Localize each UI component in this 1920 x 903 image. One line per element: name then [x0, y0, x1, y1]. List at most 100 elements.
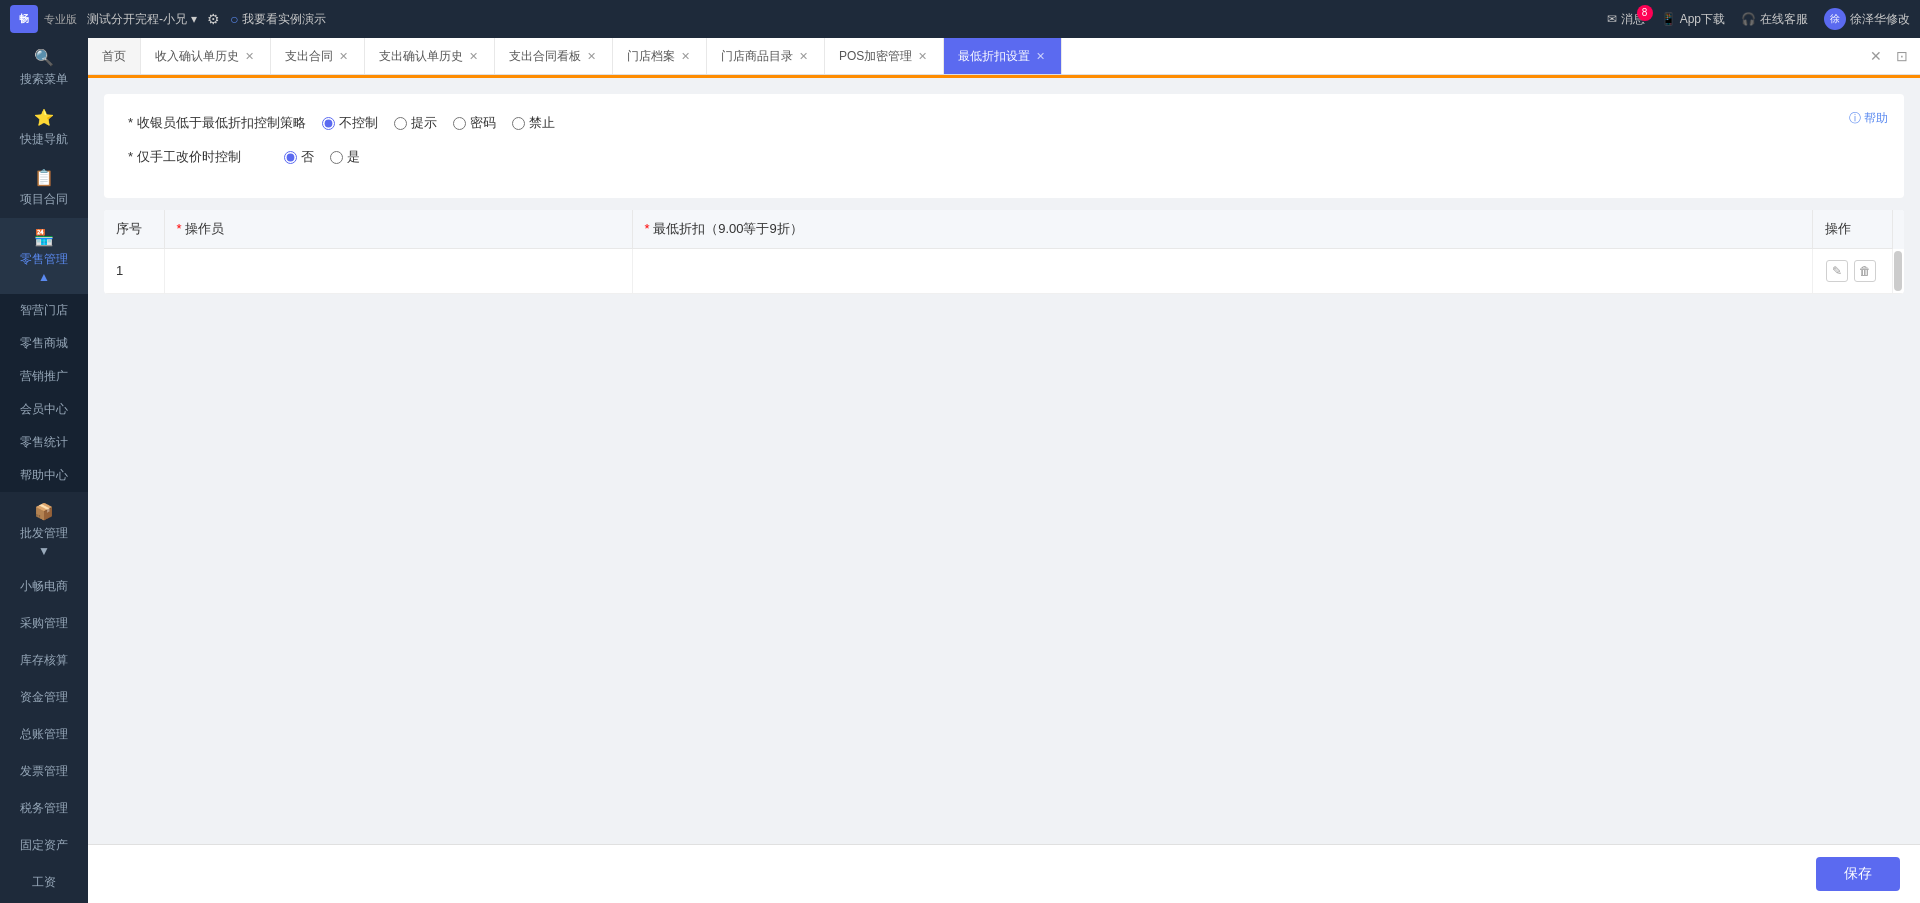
top-bar-right: ✉ 消息 8 📱 App下载 🎧 在线客服 徐 徐泽华修改 — [1607, 8, 1910, 30]
tab-store-archive[interactable]: 门店档案 ✕ — [613, 38, 707, 74]
discount-table: 序号 操作员 最低折扣（9.00等于9折） 操作 — [104, 210, 1904, 294]
td-action: ✎ 🗑 — [1812, 249, 1892, 294]
sidebar-item-ledger[interactable]: 总账管理 — [0, 716, 88, 753]
delete-row-btn[interactable]: 🗑 — [1854, 260, 1876, 282]
radio-password-input[interactable] — [453, 117, 466, 130]
manual-price-label: * 仅手工改价时控制 — [128, 148, 268, 166]
tab-payment-board[interactable]: 支出合同看板 ✕ — [495, 38, 613, 74]
radio-no[interactable]: 否 — [284, 148, 314, 166]
sidebar-sub-label: 零售商城 — [20, 335, 68, 352]
radio-prompt-label: 提示 — [411, 114, 437, 132]
user-menu-btn[interactable]: 徐 徐泽华修改 — [1824, 8, 1910, 30]
sidebar-item-inventory[interactable]: 库存核算 — [0, 642, 88, 679]
tab-close-icon[interactable]: ✕ — [679, 50, 692, 63]
tab-label: 门店商品目录 — [721, 48, 793, 65]
save-button[interactable]: 保存 — [1816, 857, 1900, 891]
radio-forbid-input[interactable] — [512, 117, 525, 130]
sidebar-item-label: 小畅电商 — [20, 578, 68, 595]
sidebar-item-label: 工资 — [32, 874, 56, 891]
th-operator: 操作员 — [164, 210, 632, 249]
demo-link[interactable]: ○ 我要看实例演示 — [230, 11, 326, 28]
tab-payment-history[interactable]: 支出确认单历史 ✕ — [365, 38, 495, 74]
tab-bar: 首页 收入确认单历史 ✕ 支出合同 ✕ 支出确认单历史 ✕ 支出合同看板 ✕ 门… — [88, 38, 1920, 75]
customer-service-label: 在线客服 — [1760, 11, 1808, 28]
retail-mgmt-submenu: 智营门店 零售商城 营销推广 会员中心 零售统计 帮助中心 — [0, 294, 88, 492]
cashier-policy-label: * 收银员低于最低折扣控制策略 — [128, 114, 306, 132]
radio-yes[interactable]: 是 — [330, 148, 360, 166]
sidebar-item-smart-store[interactable]: 智营门店 — [0, 294, 88, 327]
sidebar-item-wholesale-mgmt[interactable]: 📦 批发管理 ▼ — [0, 492, 88, 568]
tab-label: 支出合同看板 — [509, 48, 581, 65]
customer-service-btn[interactable]: 🎧 在线客服 — [1741, 11, 1808, 28]
th-min-discount-label: 最低折扣（9.00等于9折） — [645, 221, 803, 236]
radio-no-control[interactable]: 不控制 — [322, 114, 378, 132]
radio-prompt[interactable]: 提示 — [394, 114, 437, 132]
sidebar-item-member-center[interactable]: 会员中心 — [0, 393, 88, 426]
tab-close-icon[interactable]: ✕ — [797, 50, 810, 63]
discount-table-container: 序号 操作员 最低折扣（9.00等于9折） 操作 — [104, 210, 1904, 294]
sidebar-item-search-menu[interactable]: 🔍 搜索菜单 — [0, 38, 88, 98]
project-selector[interactable]: 测试分开完程-小兄 ▾ — [87, 11, 197, 28]
radio-no-label: 否 — [301, 148, 314, 166]
sidebar-item-label: 库存核算 — [20, 652, 68, 669]
tab-min-discount[interactable]: 最低折扣设置 ✕ — [944, 38, 1062, 74]
messages-btn[interactable]: ✉ 消息 8 — [1607, 11, 1645, 28]
sidebar-item-purchase-mgmt[interactable]: 采购管理 — [0, 605, 88, 642]
tab-store-catalog[interactable]: 门店商品目录 ✕ — [707, 38, 825, 74]
sidebar-item-help-center[interactable]: 帮助中心 — [0, 459, 88, 492]
sidebar-item-ecommerce[interactable]: 小畅电商 — [0, 568, 88, 605]
page-content: ⓘ 帮助 * 收银员低于最低折扣控制策略 不控制 提示 — [88, 78, 1920, 844]
tab-pos-encrypt[interactable]: POS加密管理 ✕ — [825, 38, 944, 74]
sidebar-item-label: 采购管理 — [20, 615, 68, 632]
td-operator — [164, 249, 632, 294]
sidebar-sub-label: 零售统计 — [20, 434, 68, 451]
sidebar-item-tax[interactable]: 税务管理 — [0, 790, 88, 827]
sidebar-item-label: 快捷导航 — [20, 131, 68, 148]
sidebar-item-label: 固定资产 — [20, 837, 68, 854]
settings-icon[interactable]: ⚙ — [207, 11, 220, 27]
radio-prompt-input[interactable] — [394, 117, 407, 130]
sidebar-item-payroll[interactable]: 工资 — [0, 864, 88, 901]
radio-password-label: 密码 — [470, 114, 496, 132]
tab-close-icon[interactable]: ✕ — [1034, 50, 1047, 63]
tab-income-history[interactable]: 收入确认单历史 ✕ — [141, 38, 271, 74]
sidebar-item-retail-mall[interactable]: 零售商城 — [0, 327, 88, 360]
tab-close-icon[interactable]: ✕ — [337, 50, 350, 63]
tab-payment-contract[interactable]: 支出合同 ✕ — [271, 38, 365, 74]
sidebar-item-finance[interactable]: 资金管理 — [0, 679, 88, 716]
project-name: 测试分开完程-小兄 — [87, 11, 187, 28]
service-icon: 🎧 — [1741, 12, 1756, 26]
sidebar-item-label: 总账管理 — [20, 726, 68, 743]
radio-password[interactable]: 密码 — [453, 114, 496, 132]
help-link[interactable]: ⓘ 帮助 — [1849, 110, 1888, 127]
tab-label: 收入确认单历史 — [155, 48, 239, 65]
tab-close-icon[interactable]: ✕ — [467, 50, 480, 63]
sidebar-item-marketing[interactable]: 营销推广 — [0, 360, 88, 393]
sidebar-item-retail-stats[interactable]: 零售统计 — [0, 426, 88, 459]
chevron-down-icon: ▼ — [38, 544, 50, 558]
sidebar-item-invoice[interactable]: 发票管理 — [0, 753, 88, 790]
radio-no-control-input[interactable] — [322, 117, 335, 130]
maximize-tab-btn[interactable]: ⊡ — [1892, 44, 1912, 68]
sidebar-item-project-contract[interactable]: 📋 项目合同 — [0, 158, 88, 218]
sidebar-item-label: 搜索菜单 — [20, 71, 68, 88]
td-scrollbar — [1892, 249, 1904, 294]
tab-close-icon[interactable]: ✕ — [243, 50, 256, 63]
sidebar-item-quick-nav[interactable]: ⭐ 快捷导航 — [0, 98, 88, 158]
radio-yes-input[interactable] — [330, 151, 343, 164]
brand-logo: 畅 — [10, 5, 38, 33]
tab-home[interactable]: 首页 — [88, 38, 141, 74]
tab-close-icon[interactable]: ✕ — [585, 50, 598, 63]
radio-forbid[interactable]: 禁止 — [512, 114, 555, 132]
content-area: 首页 收入确认单历史 ✕ 支出合同 ✕ 支出确认单历史 ✕ 支出合同看板 ✕ 门… — [88, 38, 1920, 903]
star-icon: ⭐ — [34, 108, 54, 127]
sidebar-item-retail-mgmt[interactable]: 🏪 零售管理 ▲ — [0, 218, 88, 294]
close-tab-btn[interactable]: ✕ — [1866, 44, 1886, 68]
app-download-btn[interactable]: 📱 App下载 — [1661, 11, 1725, 28]
tab-label: 支出合同 — [285, 48, 333, 65]
sidebar-item-fixed-assets[interactable]: 固定资产 — [0, 827, 88, 864]
radio-no-input[interactable] — [284, 151, 297, 164]
tab-close-icon[interactable]: ✕ — [916, 50, 929, 63]
manual-price-options: 否 是 — [284, 148, 360, 166]
edit-row-btn[interactable]: ✎ — [1826, 260, 1848, 282]
